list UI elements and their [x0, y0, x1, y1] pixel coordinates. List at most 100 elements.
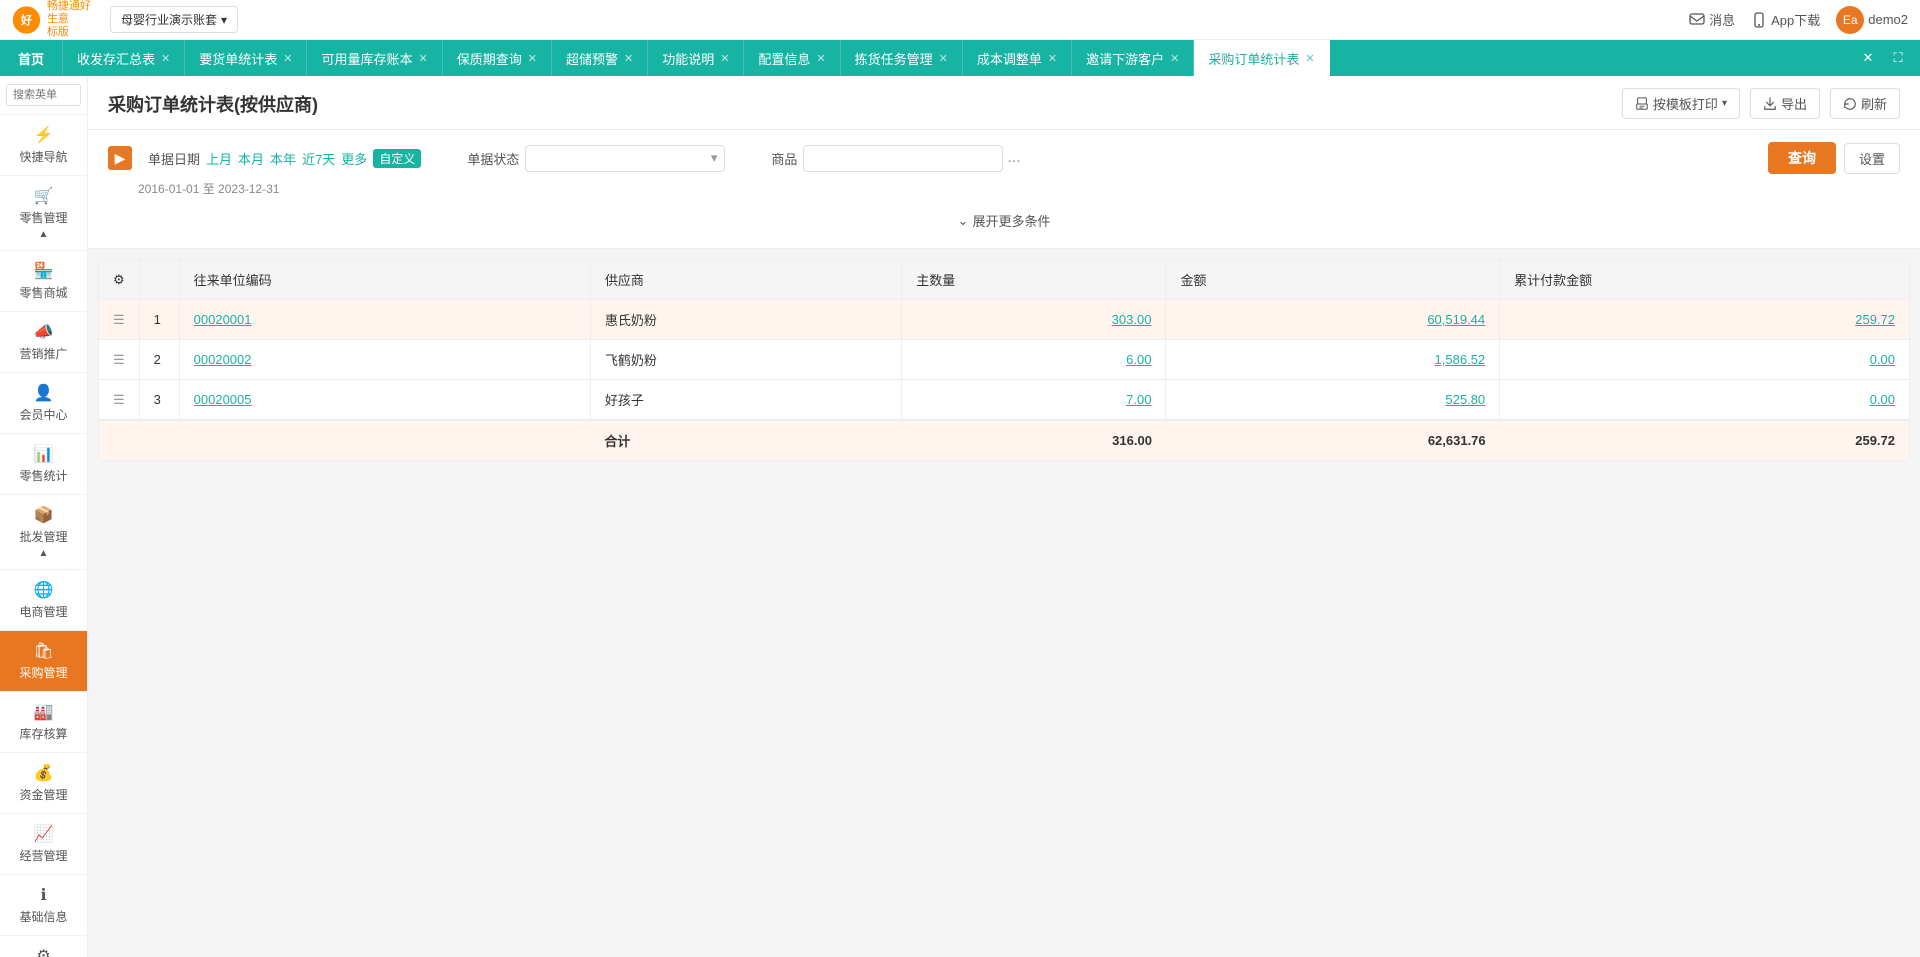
close-tab-requisition-summary[interactable]: ✕: [283, 52, 292, 65]
row1-paid[interactable]: 259.72: [1500, 300, 1909, 340]
search-input[interactable]: [6, 84, 81, 106]
shortcut-last-month[interactable]: 上月: [206, 149, 232, 168]
row1-seq: 1: [139, 300, 179, 340]
close-tab-invite-customer[interactable]: ✕: [1170, 52, 1179, 65]
close-tab-function-desc[interactable]: ✕: [720, 52, 729, 65]
th-amount: 金额: [1166, 260, 1500, 300]
sidebar-item-member[interactable]: 👤 会员中心: [0, 373, 87, 434]
sidebar-item-system[interactable]: ⚙ 系统管理: [0, 936, 87, 957]
row2-paid[interactable]: 0.00: [1500, 340, 1909, 380]
settings-btn[interactable]: 设置: [1844, 143, 1900, 174]
custom-badge: 自定义: [373, 149, 421, 168]
table-area: ⚙ 往来单位编码 供应商 主数量 金额: [98, 259, 1910, 461]
message-btn[interactable]: 消息: [1689, 10, 1735, 29]
close-tab-purchase-summary[interactable]: ✕: [1305, 52, 1314, 65]
close-tab-picking-task[interactable]: ✕: [939, 52, 948, 65]
tab-home[interactable]: 首页: [0, 40, 63, 76]
tab-picking-task[interactable]: 拣货任务管理 ✕: [841, 40, 963, 76]
close-tab-receive-summary[interactable]: ✕: [161, 52, 170, 65]
sidebar-item-finance[interactable]: 💰 资金管理: [0, 753, 87, 814]
row1-gear[interactable]: ☰: [99, 300, 139, 340]
close-all-tabs-btn[interactable]: ✕: [1854, 44, 1882, 72]
shortcut-this-year[interactable]: 本年: [270, 149, 296, 168]
tab-expiry-query[interactable]: 保质期查询 ✕: [443, 40, 552, 76]
shortcut-this-month[interactable]: 本月: [238, 149, 264, 168]
query-btn[interactable]: 查询: [1768, 142, 1836, 174]
shortcut-more[interactable]: 更多: [341, 149, 367, 168]
sidebar-item-operation[interactable]: 📈 经营管理: [0, 814, 87, 875]
tab-available-inventory[interactable]: 可用量库存账本 ✕: [307, 40, 442, 76]
close-tab-expiry-query[interactable]: ✕: [528, 52, 537, 65]
footer-empty-2: [139, 420, 179, 460]
close-tab-cost-adjustment[interactable]: ✕: [1048, 52, 1057, 65]
row2-qty[interactable]: 6.00: [902, 340, 1166, 380]
tab-receive-summary[interactable]: 收发存汇总表 ✕: [63, 40, 185, 76]
page-header: 采购订单统计表(按供应商) 按模板打印 ▾: [88, 76, 1920, 130]
th-gear[interactable]: ⚙: [99, 260, 139, 300]
row3-amount[interactable]: 525.80: [1166, 380, 1500, 421]
ecommerce-icon: 🌐: [34, 580, 54, 600]
th-unit-code: 往来单位编码: [179, 260, 590, 300]
sidebar-item-inventory[interactable]: 🏭 库存核算: [0, 692, 87, 753]
workspace-selector[interactable]: 母婴行业演示账套 ▾: [110, 6, 238, 33]
print-btn[interactable]: 按模板打印 ▾: [1622, 88, 1740, 119]
sidebar-item-basic-info[interactable]: ℹ 基础信息: [0, 875, 87, 936]
sidebar-search-area: [0, 76, 87, 115]
close-tab-overstock-warning[interactable]: ✕: [624, 52, 633, 65]
retail-stats-label: 零售统计: [19, 467, 67, 484]
member-icon: 👤: [34, 383, 54, 403]
tab-requisition-summary[interactable]: 要货单统计表 ✕: [185, 40, 307, 76]
sidebar-item-retail[interactable]: 🛒 零售管理 ▲: [0, 176, 87, 251]
goods-input[interactable]: [803, 145, 1003, 172]
filter-toggle-btn[interactable]: ▶: [108, 146, 132, 170]
inventory-label: 库存核算: [19, 725, 67, 742]
footer-amount: 62,631.76: [1166, 420, 1500, 460]
table-row[interactable]: ☰ 2 00020002 飞鹤奶粉 6.00 1,586.52: [99, 340, 1909, 380]
tab-overstock-warning[interactable]: 超储预警 ✕: [552, 40, 648, 76]
row2-amount[interactable]: 1,586.52: [1166, 340, 1500, 380]
row1-amount[interactable]: 60,519.44: [1166, 300, 1500, 340]
sidebar-item-purchase[interactable]: 🛍 采购管理: [0, 631, 87, 692]
row3-gear[interactable]: ☰: [99, 380, 139, 421]
table-row[interactable]: ☰ 1 00020001 惠氏奶粉 303.00 60,519.44: [99, 300, 1909, 340]
tab-invite-customer[interactable]: 邀请下游客户 ✕: [1072, 40, 1194, 76]
tab-cost-adjustment[interactable]: 成本调整单 ✕: [963, 40, 1072, 76]
status-select[interactable]: [525, 145, 725, 172]
table-row[interactable]: ☰ 3 00020005 好孩子 7.00 525.80: [99, 380, 1909, 421]
sidebar-item-ecommerce[interactable]: 🌐 电商管理: [0, 570, 87, 631]
close-tab-config-info[interactable]: ✕: [816, 52, 825, 65]
sidebar-item-quick-nav[interactable]: ⚡ 快捷导航: [0, 115, 87, 176]
row3-supplier: 好孩子: [590, 380, 901, 421]
filter-goods-group: 商品 ...: [771, 145, 1020, 172]
refresh-btn[interactable]: 刷新: [1830, 88, 1900, 119]
goods-more-btn[interactable]: ...: [1007, 150, 1020, 166]
app-download-btn[interactable]: App下载: [1751, 10, 1820, 29]
sidebar-item-retail-shop[interactable]: 🏪 零售商城: [0, 251, 87, 312]
shortcut-7days[interactable]: 近7天: [302, 149, 335, 168]
tab-purchase-summary[interactable]: 采购订单统计表 ✕: [1194, 40, 1329, 76]
maximize-btn[interactable]: ⛶: [1884, 44, 1912, 72]
row3-unit-code[interactable]: 00020005: [179, 380, 590, 421]
close-tab-available-inventory[interactable]: ✕: [419, 52, 428, 65]
export-btn[interactable]: 导出: [1750, 88, 1820, 119]
sidebar-item-retail-stats[interactable]: 📊 零售统计: [0, 434, 87, 495]
sidebar-item-wholesale[interactable]: 📦 批发管理 ▲: [0, 495, 87, 570]
row2-unit-code[interactable]: 00020002: [179, 340, 590, 380]
row2-gear[interactable]: ☰: [99, 340, 139, 380]
goods-filter-label: 商品: [771, 149, 797, 168]
row1-qty[interactable]: 303.00: [902, 300, 1166, 340]
sidebar-item-marketing[interactable]: 📣 营销推广: [0, 312, 87, 373]
quick-nav-icon: ⚡: [34, 125, 54, 145]
tab-function-desc[interactable]: 功能说明 ✕: [648, 40, 744, 76]
logo-text: 畅捷通好生意: [47, 0, 100, 26]
user-area[interactable]: Ea demo2: [1836, 6, 1908, 34]
purchase-label: 采购管理: [19, 664, 67, 681]
row3-paid[interactable]: 0.00: [1500, 380, 1909, 421]
tab-config-info[interactable]: 配置信息 ✕: [744, 40, 840, 76]
filter-status-group: 单据状态 ▾: [467, 145, 725, 172]
row1-unit-code[interactable]: 00020001: [179, 300, 590, 340]
date-range-text: 2016-01-01 至 2023-12-31: [138, 182, 279, 196]
row3-qty[interactable]: 7.00: [902, 380, 1166, 421]
gear-icon: ⚙: [113, 272, 125, 287]
expand-btn[interactable]: ⌄ 展开更多条件: [108, 205, 1900, 236]
